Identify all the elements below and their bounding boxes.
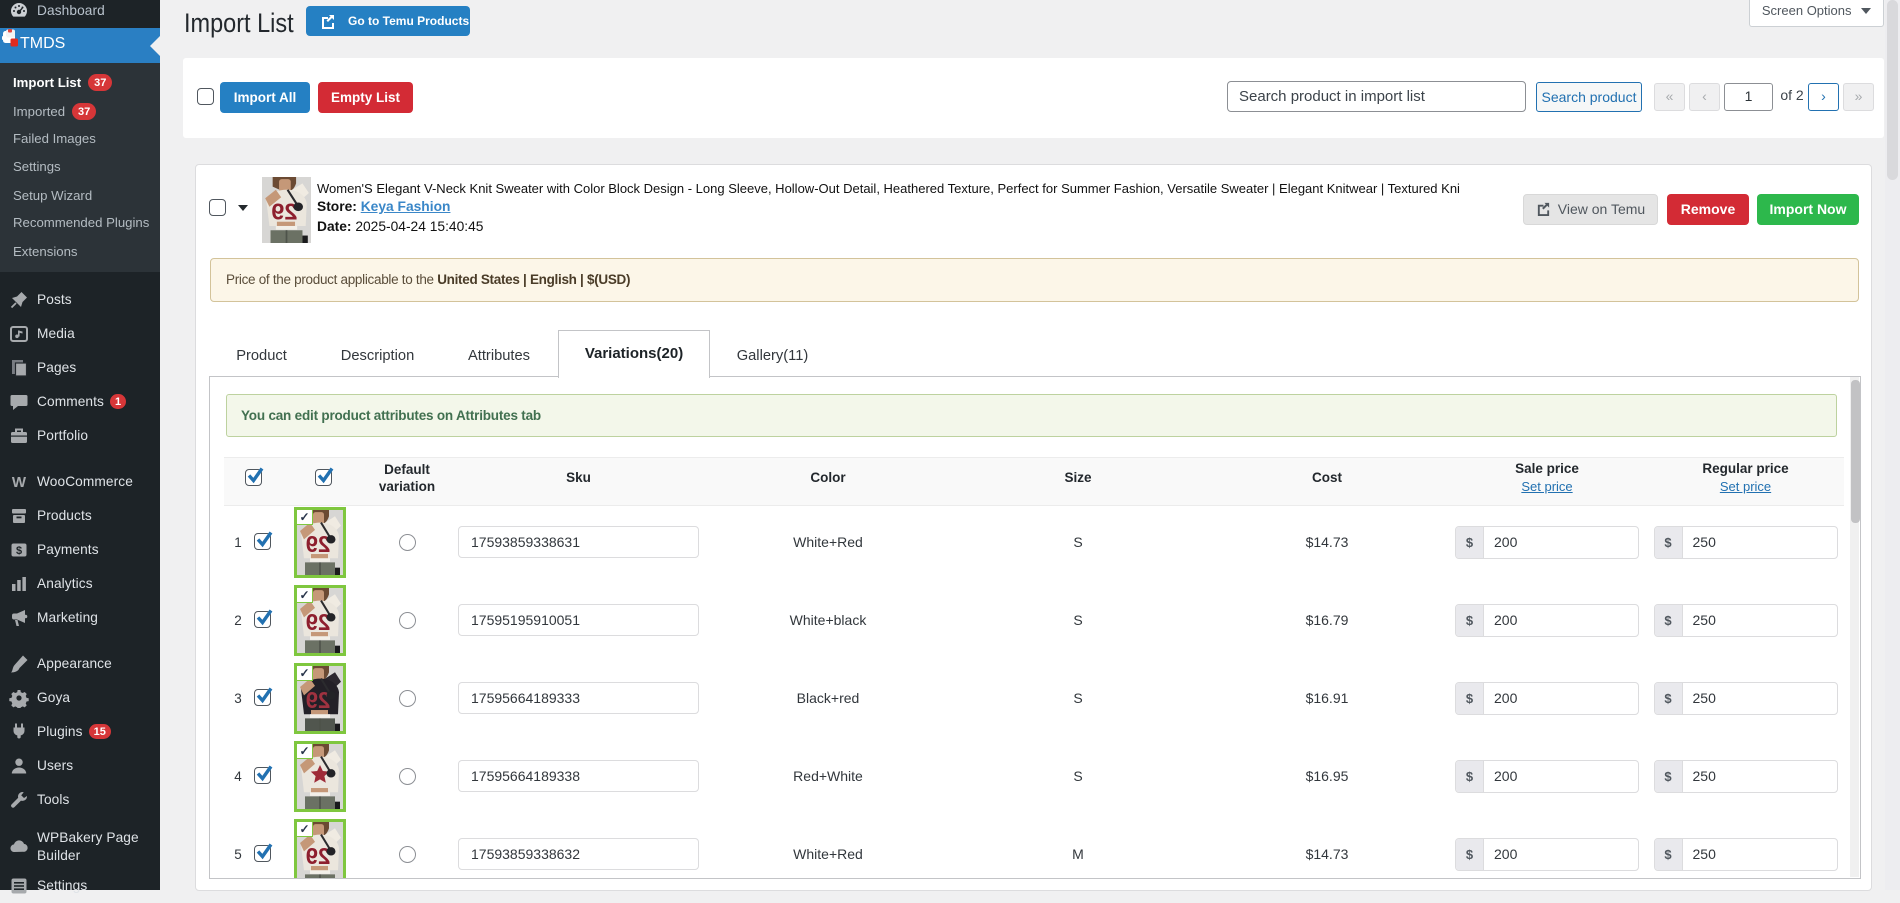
svg-text:29: 29: [306, 531, 330, 557]
svg-text:29: 29: [306, 609, 330, 635]
svg-text:29: 29: [306, 843, 330, 869]
svg-text:$: $: [16, 545, 22, 557]
svg-text:29: 29: [271, 199, 297, 225]
svg-text:29: 29: [306, 687, 330, 713]
svg-text:W: W: [12, 474, 27, 491]
